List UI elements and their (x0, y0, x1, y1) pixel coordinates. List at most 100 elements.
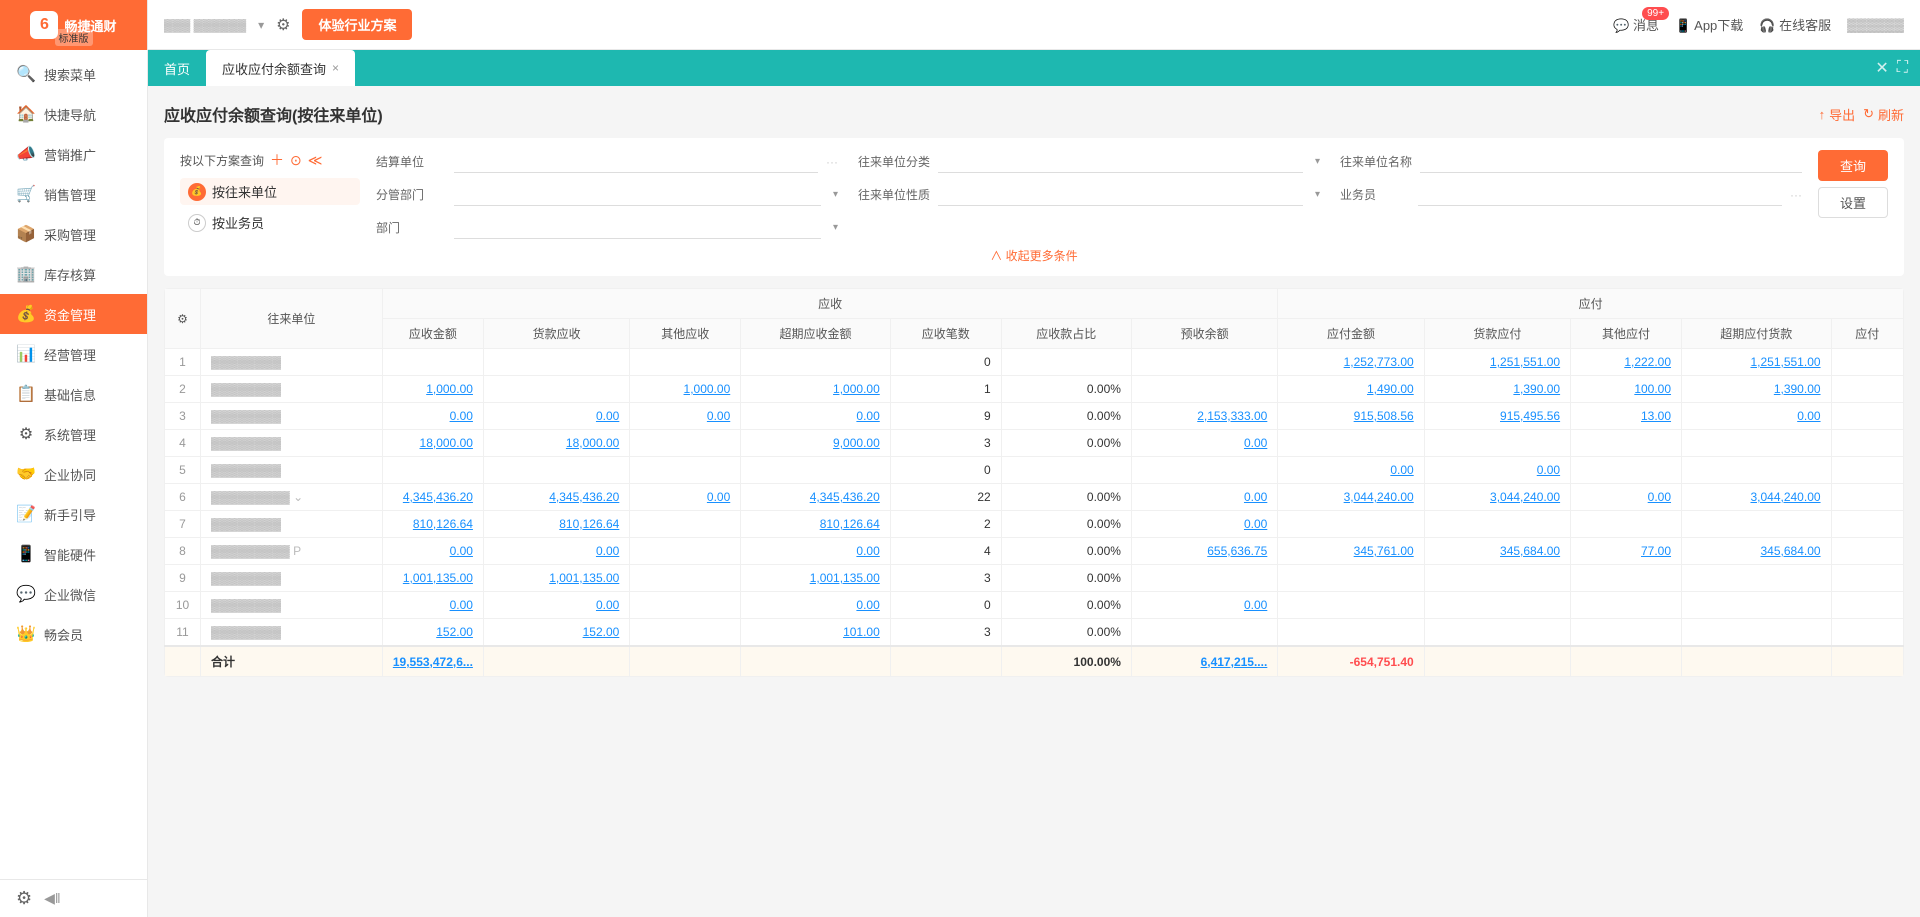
table-cell[interactable]: 1,000.00 (741, 376, 891, 403)
cell-link[interactable]: 1,222.00 (1624, 355, 1671, 369)
table-cell[interactable]: 3,044,240.00 (1424, 484, 1570, 511)
table-cell[interactable]: 0.00 (630, 403, 741, 430)
table-cell[interactable]: 0.00 (382, 538, 483, 565)
cell-link[interactable]: 810,126.64 (413, 517, 473, 531)
cell-link[interactable]: 1,251,551.00 (1750, 355, 1820, 369)
export-button[interactable]: ↑ 导出 (1819, 105, 1856, 124)
table-cell[interactable]: 0.00 (1682, 403, 1832, 430)
department-input[interactable] (454, 216, 821, 239)
cell-link[interactable]: 0.00 (707, 409, 730, 423)
user-info[interactable]: ▓▓▓▓▓▓ (1847, 17, 1904, 32)
sidebar-item-10[interactable]: 🤝企业协同 (0, 454, 147, 494)
sidebar-item-8[interactable]: 📋基础信息 (0, 374, 147, 414)
sidebar-item-3[interactable]: 🛒销售管理 (0, 174, 147, 214)
cell-link[interactable]: 0.00 (450, 544, 473, 558)
edit-scheme-icon[interactable]: ⊙ (290, 152, 302, 169)
tab-close-icon[interactable]: × (332, 61, 339, 75)
cell-link[interactable]: 3,044,240.00 (1750, 490, 1820, 504)
sidebar-item-1[interactable]: 🏠快捷导航 (0, 94, 147, 134)
col-r-count[interactable]: 应收笔数 (890, 319, 1001, 349)
cell-link[interactable]: 0.00 (1244, 517, 1267, 531)
dept-dropdown-icon[interactable]: ▾ (833, 189, 838, 200)
unit-category-input[interactable] (938, 150, 1303, 173)
cell-link[interactable]: 1,390.00 (1513, 382, 1560, 396)
sidebar-item-13[interactable]: 💬企业微信 (0, 574, 147, 614)
table-cell[interactable]: 1,252,773.00 (1278, 349, 1424, 376)
table-cell[interactable]: 101.00 (741, 619, 891, 647)
cell-link[interactable]: 100.00 (1634, 382, 1671, 396)
refresh-button[interactable]: ↻ 刷新 (1863, 105, 1904, 124)
cell-link[interactable]: 0.00 (1648, 490, 1671, 504)
col-p-amount[interactable]: 应付金额 (1278, 319, 1424, 349)
cell-link[interactable]: 345,684.00 (1760, 544, 1820, 558)
table-cell[interactable]: 0.00 (741, 592, 891, 619)
table-cell[interactable]: 0.00 (382, 592, 483, 619)
tab-receivable[interactable]: 应收应付余额查询 × (206, 50, 355, 86)
cell-link[interactable]: 655,636.75 (1207, 544, 1267, 558)
footer-r-advance[interactable]: 6,417,215.... (1131, 646, 1277, 677)
table-cell[interactable]: 152.00 (483, 619, 629, 647)
table-cell[interactable]: 0.00 (1571, 484, 1682, 511)
dept-input[interactable] (454, 183, 821, 206)
expand-window-icon[interactable]: ⛶ (1897, 59, 1908, 77)
collapse-more-button[interactable]: ∧ 收起更多条件 (990, 247, 1077, 264)
table-cell[interactable]: 0.00 (1131, 511, 1277, 538)
table-cell[interactable]: 18,000.00 (382, 430, 483, 457)
sidebar-item-14[interactable]: 👑畅会员 (0, 614, 147, 654)
unit-name-input[interactable] (1420, 150, 1802, 173)
footer-r-amount[interactable]: 19,553,472,6... (382, 646, 483, 677)
cell-link[interactable]: 3,044,240.00 (1490, 490, 1560, 504)
table-cell[interactable]: 0.00 (1424, 457, 1570, 484)
table-cell[interactable]: 0.00 (1131, 592, 1277, 619)
cell-link[interactable]: 1,000.00 (684, 382, 731, 396)
table-cell[interactable]: 2,153,333.00 (1131, 403, 1277, 430)
col-r-amount[interactable]: 应收金额 (382, 319, 483, 349)
scheme-item-salesman[interactable]: ⏱ 按业务员 (180, 209, 360, 236)
cell-link[interactable]: 13.00 (1641, 409, 1671, 423)
table-cell[interactable]: 915,508.56 (1278, 403, 1424, 430)
cell-link[interactable]: 152.00 (436, 625, 473, 639)
table-cell[interactable]: 0.00 (483, 538, 629, 565)
table-cell[interactable]: 0.00 (1131, 484, 1277, 511)
col-p-goods[interactable]: 货款应付 (1424, 319, 1570, 349)
department-dropdown-icon[interactable]: ▾ (833, 222, 838, 233)
cell-link[interactable]: 3,044,240.00 (1344, 490, 1414, 504)
cell-link[interactable]: 0.00 (1537, 463, 1560, 477)
cell-link[interactable]: 915,508.56 (1354, 409, 1414, 423)
table-cell[interactable]: 100.00 (1571, 376, 1682, 403)
table-cell[interactable]: 18,000.00 (483, 430, 629, 457)
cell-link[interactable]: 0.00 (856, 409, 879, 423)
cell-link[interactable]: 1,001,135.00 (810, 571, 880, 585)
add-scheme-icon[interactable]: ＋ (270, 150, 284, 170)
table-cell[interactable]: 4,345,436.20 (741, 484, 891, 511)
sidebar-item-12[interactable]: 📱智能硬件 (0, 534, 147, 574)
unit-nature-dropdown-icon[interactable]: ▾ (1315, 189, 1320, 200)
footer-p-amount[interactable]: -654,751.40 (1278, 646, 1424, 677)
cell-link[interactable]: 1,000.00 (833, 382, 880, 396)
settlement-more-icon[interactable]: ··· (826, 155, 838, 169)
table-cell[interactable]: 0.00 (630, 484, 741, 511)
cell-link[interactable]: 345,684.00 (1500, 544, 1560, 558)
cell-link[interactable]: 0.00 (1244, 490, 1267, 504)
cell-link[interactable]: 810,126.64 (559, 517, 619, 531)
cell-link[interactable]: 915,495.56 (1500, 409, 1560, 423)
table-cell[interactable]: 4,345,436.20 (382, 484, 483, 511)
collapse-icon[interactable]: ◀‖ (44, 890, 61, 907)
sidebar-item-11[interactable]: 📝新手引导 (0, 494, 147, 534)
cell-link[interactable]: 0.00 (856, 544, 879, 558)
sidebar-item-6[interactable]: 💰资金管理 (0, 294, 147, 334)
settings-icon[interactable]: ⚙ (16, 888, 32, 909)
cell-link[interactable]: 0.00 (1797, 409, 1820, 423)
cell-link[interactable]: 0.00 (450, 409, 473, 423)
table-cell[interactable]: 1,390.00 (1682, 376, 1832, 403)
table-cell[interactable]: 0.00 (1131, 430, 1277, 457)
table-cell[interactable]: 0.00 (741, 403, 891, 430)
table-cell[interactable]: 0.00 (483, 403, 629, 430)
table-cell[interactable]: 77.00 (1571, 538, 1682, 565)
table-cell[interactable]: 4,345,436.20 (483, 484, 629, 511)
cell-link[interactable]: 18,000.00 (420, 436, 473, 450)
col-r-ratio[interactable]: 应收款占比 (1001, 319, 1131, 349)
cell-link[interactable]: 0.00 (856, 598, 879, 612)
cell-link[interactable]: 1,251,551.00 (1490, 355, 1560, 369)
table-cell[interactable]: 655,636.75 (1131, 538, 1277, 565)
